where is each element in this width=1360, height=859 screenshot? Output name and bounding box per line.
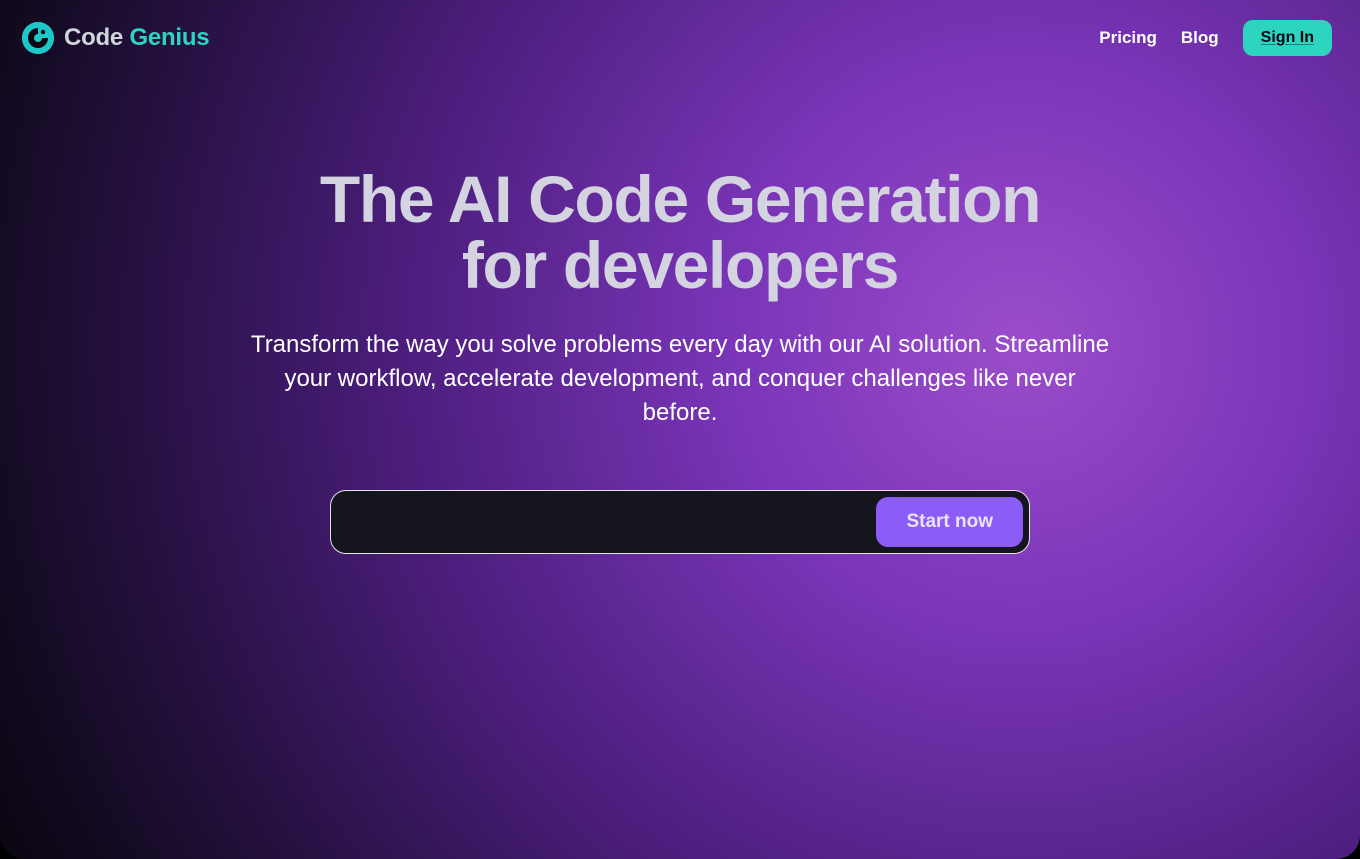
logo-text: Code Genius	[64, 24, 209, 52]
hero-title-line2: for developers	[462, 228, 898, 302]
logo-text-code: Code	[64, 24, 123, 51]
page: Code Genius Pricing Blog Sign In The AI …	[0, 0, 1360, 859]
start-now-button[interactable]: Start now	[876, 497, 1023, 547]
nav-link-pricing[interactable]: Pricing	[1099, 28, 1157, 48]
logo-icon	[22, 22, 54, 54]
hero-subtitle: Transform the way you solve problems eve…	[245, 328, 1115, 430]
header: Code Genius Pricing Blog Sign In	[0, 0, 1360, 76]
nav-link-blog[interactable]: Blog	[1181, 28, 1219, 48]
hero-section: The AI Code Generation for developers Tr…	[0, 76, 1360, 554]
prompt-input-container: Start now	[330, 490, 1030, 554]
logo[interactable]: Code Genius	[22, 22, 209, 54]
hero-title-line1: The AI Code Generation	[320, 162, 1040, 236]
hero-title: The AI Code Generation for developers	[0, 166, 1360, 298]
prompt-input[interactable]	[351, 498, 864, 547]
logo-text-genius: Genius	[123, 24, 209, 51]
nav: Pricing Blog Sign In	[1099, 20, 1332, 56]
sign-in-button[interactable]: Sign In	[1243, 20, 1332, 56]
